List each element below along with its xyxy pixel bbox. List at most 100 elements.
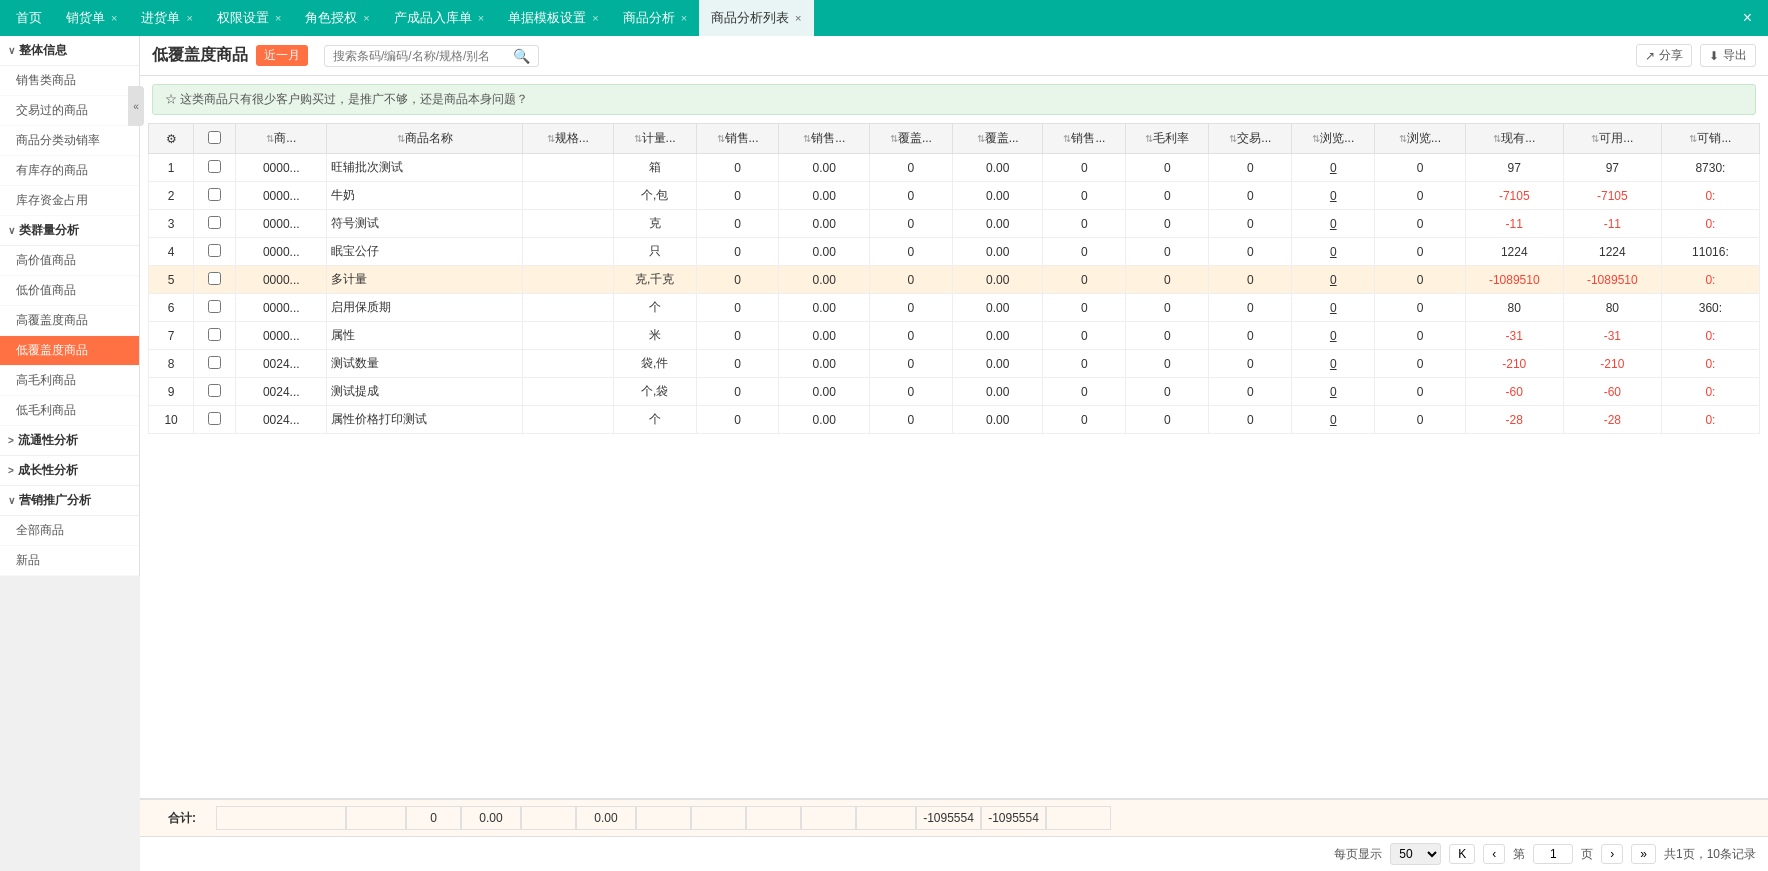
nav-product-analysis-list[interactable]: 商品分析列表 ×	[699, 0, 813, 36]
nav-product-analysis[interactable]: 商品分析 ×	[611, 0, 699, 36]
col-sales-qty[interactable]: ⇅销售...	[696, 124, 779, 154]
col-cover-rate[interactable]: ⇅覆盖...	[952, 124, 1043, 154]
row-checkbox[interactable]	[208, 188, 221, 201]
cell-trade: 0	[1209, 322, 1292, 350]
per-page-select[interactable]: 2050100200	[1390, 843, 1441, 865]
col-stock-cur[interactable]: ⇅现有...	[1465, 124, 1563, 154]
nav-permissions-close[interactable]: ×	[275, 12, 281, 24]
cell-browse-link[interactable]: 0	[1292, 154, 1375, 182]
sidebar-item-high-coverage[interactable]: 高覆盖度商品	[0, 306, 139, 336]
sidebar-item-inventory-capital[interactable]: 库存资金占用	[0, 186, 139, 216]
first-page-button[interactable]: K	[1449, 844, 1475, 864]
row-checkbox[interactable]	[208, 216, 221, 229]
cell-browse-link[interactable]: 0	[1292, 322, 1375, 350]
sidebar-section-circulation[interactable]: > 流通性分析	[0, 426, 139, 456]
nav-sales-close[interactable]: ×	[111, 12, 117, 24]
sidebar-item-high-value[interactable]: 高价值商品	[0, 246, 139, 276]
row-checkbox[interactable]	[208, 356, 221, 369]
sidebar-item-low-value[interactable]: 低价值商品	[0, 276, 139, 306]
col-browse1[interactable]: ⇅浏览...	[1292, 124, 1375, 154]
cell-browse-link[interactable]: 0	[1292, 266, 1375, 294]
cell-browse-link[interactable]: 0	[1292, 210, 1375, 238]
cell-checkbox[interactable]	[194, 154, 236, 182]
col-cover-qty[interactable]: ⇅覆盖...	[869, 124, 952, 154]
cell-checkbox[interactable]	[194, 238, 236, 266]
cell-stock-cur: 97	[1465, 154, 1563, 182]
date-tag[interactable]: 近一月	[256, 45, 308, 66]
cell-browse-link[interactable]: 0	[1292, 238, 1375, 266]
cell-browse-link[interactable]: 0	[1292, 378, 1375, 406]
nav-roles[interactable]: 角色授权 ×	[293, 0, 381, 36]
cell-browse-link[interactable]: 0	[1292, 350, 1375, 378]
col-trade[interactable]: ⇅交易...	[1209, 124, 1292, 154]
nav-purchase-close[interactable]: ×	[186, 12, 192, 24]
sidebar-item-high-margin[interactable]: 高毛利商品	[0, 366, 139, 396]
sidebar-item-new-goods[interactable]: 新品	[0, 546, 139, 576]
col-unit[interactable]: ⇅计量...	[613, 124, 696, 154]
next-page-button[interactable]: ›	[1601, 844, 1623, 864]
col-checkbox[interactable]	[194, 124, 236, 154]
cell-checkbox[interactable]	[194, 294, 236, 322]
row-checkbox[interactable]	[208, 300, 221, 313]
sidebar-section-cluster[interactable]: ∨ 类群量分析	[0, 216, 139, 246]
row-checkbox[interactable]	[208, 160, 221, 173]
cell-checkbox[interactable]	[194, 350, 236, 378]
sidebar-item-low-margin[interactable]: 低毛利商品	[0, 396, 139, 426]
cell-checkbox[interactable]	[194, 266, 236, 294]
select-all-checkbox[interactable]	[208, 131, 221, 144]
row-checkbox[interactable]	[208, 384, 221, 397]
cell-browse-link[interactable]: 0	[1292, 294, 1375, 322]
page-number-input[interactable]	[1533, 844, 1573, 864]
cell-checkbox[interactable]	[194, 406, 236, 434]
row-checkbox[interactable]	[208, 412, 221, 425]
sidebar-section-marketing[interactable]: ∨ 营销推广分析	[0, 486, 139, 516]
col-stock-sale[interactable]: ⇅可销...	[1661, 124, 1759, 154]
nav-template-settings-close[interactable]: ×	[592, 12, 598, 24]
nav-template-settings[interactable]: 单据模板设置 ×	[496, 0, 610, 36]
cell-browse-link[interactable]: 0	[1292, 406, 1375, 434]
sidebar-section-growth[interactable]: > 成长性分析	[0, 456, 139, 486]
nav-product-entry[interactable]: 产成品入库单 ×	[382, 0, 496, 36]
cell-checkbox[interactable]	[194, 210, 236, 238]
cell-browse-link[interactable]: 0	[1292, 182, 1375, 210]
col-sales-amt[interactable]: ⇅销售...	[779, 124, 870, 154]
col-settings[interactable]: ⚙	[149, 124, 194, 154]
nav-product-analysis-close[interactable]: ×	[681, 12, 687, 24]
nav-product-entry-close[interactable]: ×	[478, 12, 484, 24]
export-button[interactable]: ⬇ 导出	[1700, 44, 1756, 67]
row-checkbox[interactable]	[208, 244, 221, 257]
cell-browse-val: 0	[1375, 154, 1466, 182]
search-icon[interactable]: 🔍	[513, 48, 530, 64]
nav-permissions[interactable]: 权限设置 ×	[205, 0, 293, 36]
sidebar-item-all-goods[interactable]: 全部商品	[0, 516, 139, 546]
sidebar-item-low-coverage[interactable]: 低覆盖度商品	[0, 336, 139, 366]
search-input[interactable]	[333, 49, 513, 63]
prev-page-button[interactable]: ‹	[1483, 844, 1505, 864]
sidebar-section-overall[interactable]: ∨ 整体信息	[0, 36, 139, 66]
cell-checkbox[interactable]	[194, 322, 236, 350]
nav-product-analysis-list-close[interactable]: ×	[795, 12, 801, 24]
sidebar-item-traded-goods[interactable]: 交易过的商品	[0, 96, 139, 126]
sidebar-item-in-stock[interactable]: 有库存的商品	[0, 156, 139, 186]
col-sales-val[interactable]: ⇅销售...	[1043, 124, 1126, 154]
nav-roles-close[interactable]: ×	[363, 12, 369, 24]
col-stock-avail[interactable]: ⇅可用...	[1563, 124, 1661, 154]
col-code[interactable]: ⇅商...	[236, 124, 327, 154]
nav-home[interactable]: 首页	[4, 0, 54, 36]
cell-checkbox[interactable]	[194, 378, 236, 406]
last-page-button[interactable]: »	[1631, 844, 1656, 864]
cell-checkbox[interactable]	[194, 182, 236, 210]
sidebar-collapse-button[interactable]: «	[128, 86, 144, 126]
col-name[interactable]: ⇅商品名称	[326, 124, 522, 154]
nav-purchase[interactable]: 进货单 ×	[129, 0, 204, 36]
sidebar-item-category-rate[interactable]: 商品分类动销率	[0, 126, 139, 156]
nav-sales[interactable]: 销货单 ×	[54, 0, 129, 36]
window-close-button[interactable]: ×	[1731, 0, 1764, 36]
col-margin[interactable]: ⇅毛利率	[1126, 124, 1209, 154]
sidebar-item-sales-goods[interactable]: 销售类商品	[0, 66, 139, 96]
col-spec[interactable]: ⇅规格...	[523, 124, 614, 154]
row-checkbox[interactable]	[208, 272, 221, 285]
share-button[interactable]: ↗ 分享	[1636, 44, 1692, 67]
row-checkbox[interactable]	[208, 328, 221, 341]
col-browse2[interactable]: ⇅浏览...	[1375, 124, 1466, 154]
